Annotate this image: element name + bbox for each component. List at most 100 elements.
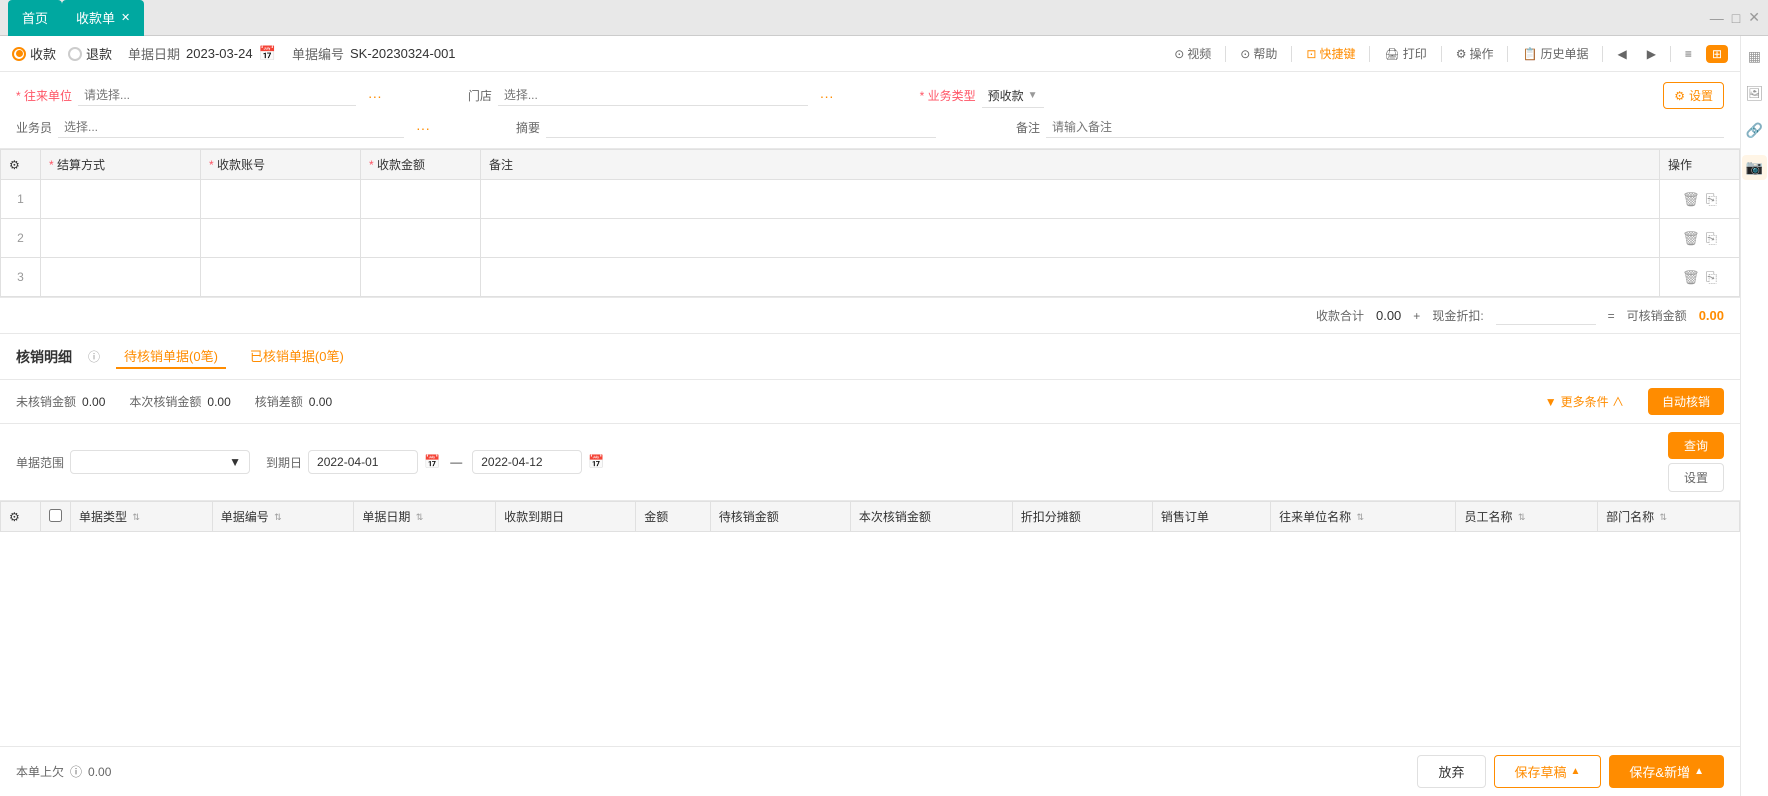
sidebar-camera-icon[interactable]: 📷: [1742, 155, 1767, 180]
store-input[interactable]: [498, 85, 808, 106]
row-3-copy-icon[interactable]: ⎘: [1706, 269, 1717, 286]
nav-next-button[interactable]: ▶: [1641, 44, 1662, 64]
maximize-button[interactable]: □: [1732, 9, 1740, 26]
footer-info-value: 0.00: [88, 765, 111, 779]
date-to-icon[interactable]: 📅: [588, 454, 604, 470]
row-1-delete-icon[interactable]: 🗑: [1682, 191, 1700, 208]
row-3-account-input[interactable]: [201, 258, 360, 296]
row-1-remark[interactable]: [481, 180, 1660, 219]
business-type-value: 预收款: [988, 87, 1024, 104]
operation-button[interactable]: ⚙ 操作: [1450, 42, 1500, 65]
row-2-delete-icon[interactable]: 🗑: [1682, 230, 1700, 247]
row-1-amount-input[interactable]: [361, 180, 480, 218]
row-3-amount-input[interactable]: [361, 258, 480, 296]
row-2-settlement[interactable]: [41, 219, 201, 258]
gear-icon[interactable]: ⚙: [9, 510, 20, 524]
table-settings-header[interactable]: ⚙: [1, 150, 41, 180]
row-2-remark[interactable]: [481, 219, 1660, 258]
sidebar-table-icon[interactable]: ▦: [1744, 44, 1765, 69]
sort-counterparty-icon[interactable]: ⇅: [1356, 512, 1364, 522]
date-from-input[interactable]: [308, 450, 418, 474]
range-select-arrow-icon: ▼: [229, 455, 241, 469]
row-3-delete-icon[interactable]: 🗑: [1682, 269, 1700, 286]
row-3-account[interactable]: [201, 258, 361, 297]
sort-department-icon[interactable]: ⇅: [1660, 512, 1668, 522]
radio-refund[interactable]: 退款: [68, 44, 112, 63]
nav-prev-button[interactable]: ◀: [1611, 44, 1632, 64]
row-2-settlement-input[interactable]: [41, 219, 200, 257]
store-more-icon[interactable]: ···: [814, 88, 840, 104]
footer-info-icon[interactable]: ⓘ: [70, 763, 82, 780]
view-grid-button[interactable]: ⊞: [1706, 45, 1728, 63]
video-button[interactable]: ⊙ 视频: [1168, 42, 1217, 65]
counterparty-more-icon[interactable]: ···: [362, 88, 388, 104]
salesperson-input[interactable]: [58, 117, 404, 138]
row-1-settlement[interactable]: [41, 180, 201, 219]
operation-icon: ⚙: [1456, 47, 1467, 61]
close-button[interactable]: ✕: [1748, 9, 1760, 26]
row-3-remark[interactable]: [481, 258, 1660, 297]
minimize-button[interactable]: —: [1710, 9, 1724, 26]
row-1-amount[interactable]: [361, 180, 481, 219]
sidebar-image-icon[interactable]: 🖼: [1742, 81, 1768, 106]
sidebar-link-icon[interactable]: 🔗: [1742, 118, 1767, 143]
row-3-amount[interactable]: [361, 258, 481, 297]
verify-tab-done[interactable]: 已核销单据(0笔): [242, 344, 352, 369]
print-button[interactable]: 🖨 打印: [1378, 42, 1432, 65]
print-icon: 🖨: [1384, 47, 1399, 61]
sort-date-icon[interactable]: ⇅: [416, 512, 424, 522]
auto-verify-button[interactable]: 自动核销: [1648, 388, 1724, 415]
verify-tab-pending[interactable]: 待核销单据(0笔): [116, 344, 226, 369]
radio-receipt[interactable]: 收款: [12, 44, 56, 63]
date-icon[interactable]: 📅: [259, 45, 276, 62]
filter-settings-button[interactable]: 设置: [1668, 463, 1724, 492]
remark-input[interactable]: [1046, 117, 1724, 138]
history-button[interactable]: 📋 历史单据: [1516, 42, 1594, 65]
date-to-input[interactable]: [472, 450, 582, 474]
view-list-button[interactable]: ≡: [1679, 44, 1698, 64]
row-2-account-input[interactable]: [201, 219, 360, 257]
available-label: 可核销金额: [1627, 307, 1687, 324]
col-account-header: * 收款账号: [201, 150, 361, 180]
tab-home[interactable]: 首页: [8, 0, 62, 36]
summary-input[interactable]: [546, 117, 936, 138]
business-type-select[interactable]: 预收款 ▼: [982, 84, 1044, 108]
row-1-account-input[interactable]: [201, 180, 360, 218]
row-1-copy-icon[interactable]: ⎘: [1706, 191, 1717, 208]
row-2-account[interactable]: [201, 219, 361, 258]
help-button[interactable]: ⊙ 帮助: [1234, 42, 1283, 65]
row-1-account[interactable]: [201, 180, 361, 219]
row-2-amount[interactable]: [361, 219, 481, 258]
range-select[interactable]: ▼: [70, 450, 250, 474]
counterparty-input[interactable]: [78, 85, 356, 106]
row-2-remark-input[interactable]: [481, 219, 1659, 257]
sort-employee-icon[interactable]: ⇅: [1518, 512, 1526, 522]
save-draft-button[interactable]: 保存草稿 ▲: [1494, 755, 1602, 788]
query-button[interactable]: 查询: [1668, 432, 1724, 459]
sort-number-icon[interactable]: ⇅: [274, 512, 282, 522]
date-from-icon[interactable]: 📅: [424, 454, 440, 470]
col-number-header: 单据编号 ⇅: [212, 502, 354, 532]
tab-close-icon[interactable]: ✕: [121, 11, 130, 24]
select-all-checkbox[interactable]: [49, 509, 62, 522]
discard-button[interactable]: 放弃: [1417, 755, 1485, 788]
verify-section: 核销明细 ⓘ 待核销单据(0笔) 已核销单据(0笔) 未核销金额 0.00 本次…: [0, 334, 1740, 746]
row-3-remark-input[interactable]: [481, 258, 1659, 296]
sort-type-icon[interactable]: ⇅: [132, 512, 140, 522]
footer-info-label: 本单上欠: [16, 763, 64, 780]
row-3-settlement[interactable]: [41, 258, 201, 297]
settings-button[interactable]: ⚙ 设置: [1663, 82, 1724, 109]
save-new-button[interactable]: 保存&新增 ▲: [1609, 755, 1724, 788]
row-1-settlement-input[interactable]: [41, 180, 200, 218]
row-1-remark-input[interactable]: [481, 180, 1659, 218]
shortcut-button[interactable]: ⊡ 快捷键: [1300, 42, 1361, 65]
verify-info-icon[interactable]: ⓘ: [88, 348, 100, 365]
verify-title: 核销明细: [16, 347, 72, 367]
tab-receipt[interactable]: 收款单 ✕: [62, 0, 144, 36]
row-3-settlement-input[interactable]: [41, 258, 200, 296]
row-2-amount-input[interactable]: [361, 219, 480, 257]
salesperson-more-icon[interactable]: ···: [410, 120, 436, 136]
more-conditions-button[interactable]: ▼ 更多条件 ∧: [1545, 393, 1624, 410]
discount-input[interactable]: [1496, 306, 1596, 325]
row-2-copy-icon[interactable]: ⎘: [1706, 230, 1717, 247]
